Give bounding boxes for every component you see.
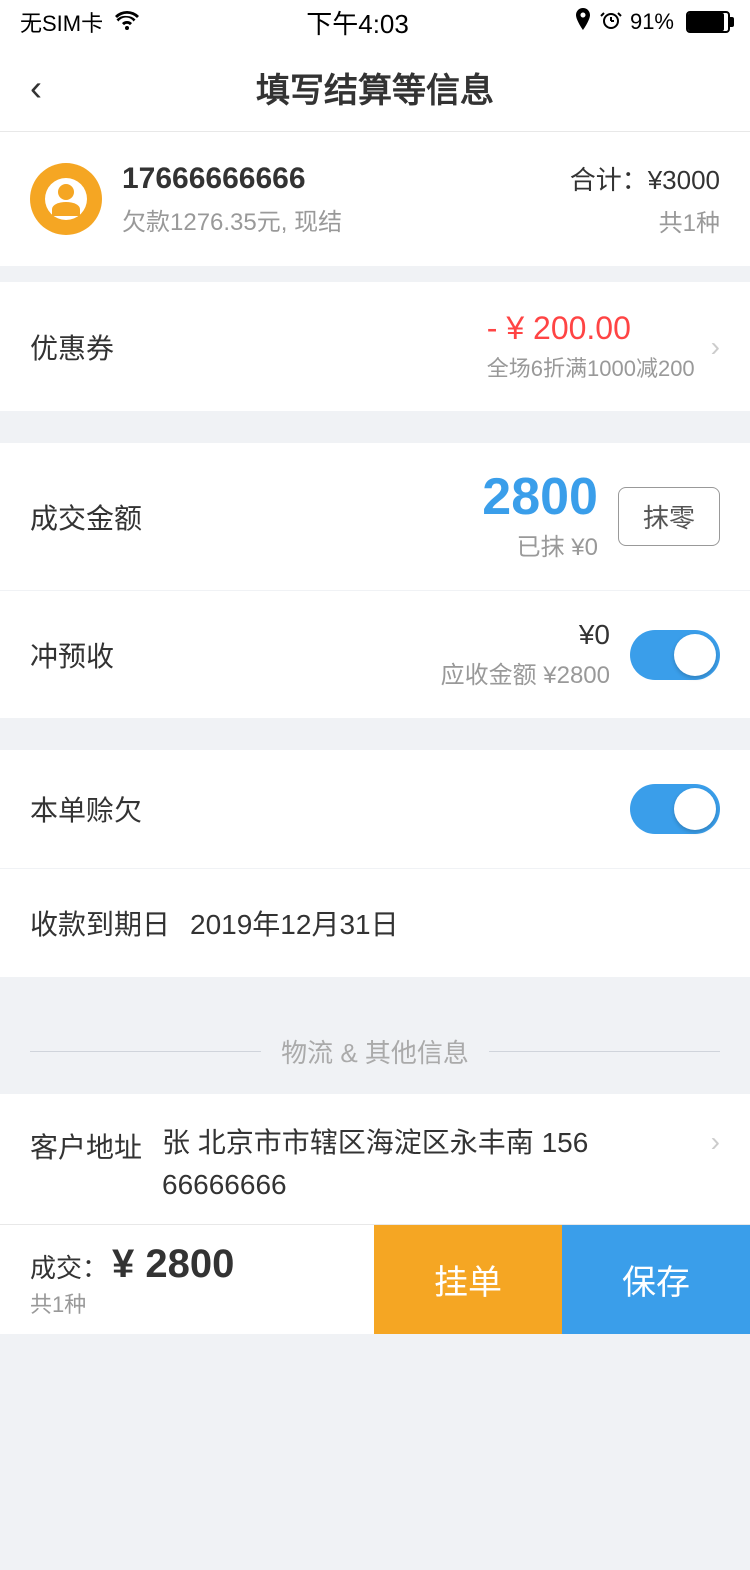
hang-button[interactable]: 挂单 [374,1225,562,1334]
status-left: 无SIM卡 [20,6,141,38]
prepay-amount-wrap: ¥0 应收金额 ¥2800 [441,619,610,690]
amount-label: 成交金额 [30,497,142,537]
customer-right: 合计：¥3000 共1种 [570,160,720,238]
battery-icon [686,11,730,33]
divider-line-left [30,1051,261,1052]
debt-section: 本单赊欠 收款到期日 2019年12月31日 [0,750,750,977]
customer-debt: 欠款1276.35元, 现结 [122,202,342,237]
customer-left: 17666666666 欠款1276.35元, 现结 [30,162,342,237]
bottom-count: 共1种 [30,1287,344,1319]
coupon-amount: - ¥ 200.00 [487,310,695,347]
section-divider-3 [0,993,750,1009]
amount-value: 2800 [482,471,598,523]
nav-bar: ‹ 填写结算等信息 [0,44,750,132]
prepay-row: 冲预收 ¥0 应收金额 ¥2800 [0,591,750,718]
prepay-label: 冲预收 [30,635,114,675]
coupon-right: - ¥ 200.00 全场6折满1000减200 › [487,310,720,383]
amount-value-wrap: 2800 已抹 ¥0 [482,471,598,562]
avatar-icon [45,178,87,220]
coupon-value-wrap: - ¥ 200.00 全场6折满1000减200 [487,310,695,383]
round-button[interactable]: 抹零 [618,487,720,546]
location-icon [574,8,592,36]
bottom-summary: 成交： ¥ 2800 共1种 [0,1225,374,1334]
alarm-icon [600,8,622,36]
coupon-chevron-icon: › [711,331,720,363]
bottom-label: 成交： [30,1248,108,1285]
page-title: 填写结算等信息 [256,63,494,112]
bottom-amount: ¥ 2800 [112,1242,234,1287]
prepay-toggle[interactable] [630,630,720,680]
due-date-value: 2019年12月31日 [190,903,399,943]
due-date-label: 收款到期日 [30,903,170,943]
status-time: 下午4:03 [306,4,409,41]
coupon-label: 优惠券 [30,327,114,367]
receivable-amount: 应收金额 ¥2800 [441,655,610,690]
debt-toggle[interactable] [630,784,720,834]
logistics-divider: 物流 & 其他信息 [0,1009,750,1094]
address-section: 客户地址 张 北京市市辖区海淀区永丰南 156 66666666 › [0,1094,750,1234]
avatar [30,163,102,235]
section-divider-2 [0,734,750,750]
coupon-row[interactable]: 优惠券 - ¥ 200.00 全场6折满1000减200 › [0,282,750,411]
address-label: 客户地址 [30,1122,142,1166]
address-value: 张 北京市市辖区海淀区永丰南 156 66666666 [162,1122,691,1206]
amount-row: 成交金额 2800 已抹 ¥0 抹零 [0,443,750,591]
amount-erased: 已抹 ¥0 [482,527,598,562]
status-right: 91% [574,8,730,36]
prepay-amount: ¥0 [441,619,610,651]
debt-row: 本单赊欠 [0,750,750,868]
due-date-row: 收款到期日 2019年12月31日 [0,868,750,977]
coupon-desc: 全场6折满1000减200 [487,351,695,383]
save-button[interactable]: 保存 [562,1225,750,1334]
coupon-section: 优惠券 - ¥ 200.00 全场6折满1000减200 › [0,282,750,411]
address-row[interactable]: 客户地址 张 北京市市辖区海淀区永丰南 156 66666666 › [0,1094,750,1234]
main-content: 17666666666 欠款1276.35元, 现结 合计：¥3000 共1种 … [0,132,750,1570]
bottom-summary-row: 成交： ¥ 2800 [30,1240,344,1287]
carrier-text: 无SIM卡 [20,6,103,38]
address-chevron-icon: › [711,1122,720,1158]
back-button[interactable]: ‹ [30,67,42,109]
divider-line-right [489,1051,720,1052]
logistics-label: 物流 & 其他信息 [281,1033,469,1070]
transaction-section: 成交金额 2800 已抹 ¥0 抹零 冲预收 ¥0 应收金额 ¥2800 [0,443,750,718]
customer-info: 17666666666 欠款1276.35元, 现结 [122,162,342,237]
total-count: 共1种 [570,203,720,238]
status-bar: 无SIM卡 下午4:03 91% [0,0,750,44]
prepay-right: ¥0 应收金额 ¥2800 [441,619,720,690]
debt-label: 本单赊欠 [30,789,142,829]
customer-card: 17666666666 欠款1276.35元, 现结 合计：¥3000 共1种 [0,132,750,266]
bottom-bar: 成交： ¥ 2800 共1种 挂单 保存 [0,1224,750,1334]
customer-phone: 17666666666 [122,162,342,196]
battery-text: 91% [630,9,674,35]
total-label: 合计：¥3000 [570,160,720,197]
amount-right: 2800 已抹 ¥0 抹零 [482,471,720,562]
wifi-icon [113,8,141,36]
section-divider-1 [0,427,750,443]
